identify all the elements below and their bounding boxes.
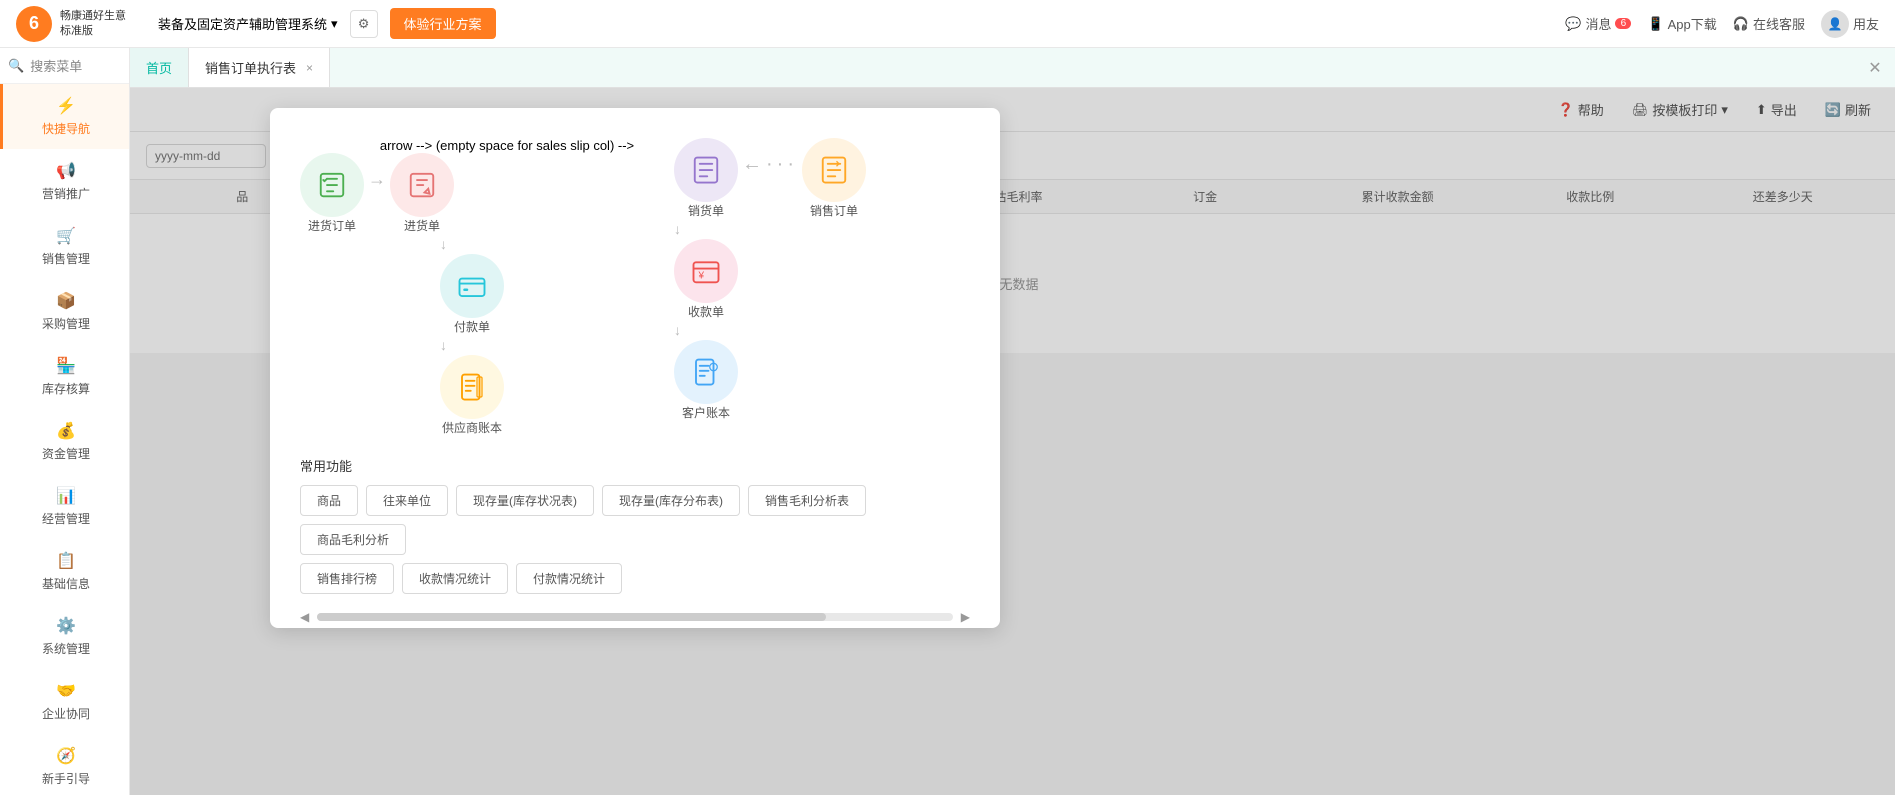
- sales-icon: 🛒: [56, 226, 76, 246]
- logo-icon: 6: [16, 6, 52, 42]
- message-icon: 💬: [1565, 16, 1581, 32]
- logo-area: 6 畅康通好生意 标准版: [16, 6, 146, 42]
- inventory-icon: 🏪: [56, 356, 76, 376]
- common-btn-product-profit[interactable]: 商品毛利分析: [300, 524, 406, 555]
- common-title: 常用功能: [300, 456, 970, 475]
- popup-scrollbar: ◀ ▶: [300, 610, 970, 624]
- common-btn-stock-dist[interactable]: 现存量(库存分布表): [602, 485, 740, 516]
- flow-node-purchase-order[interactable]: 进货订单: [300, 153, 364, 234]
- sidebar-item-marketing[interactable]: 📢 营销推广: [0, 149, 129, 214]
- base-info-icon: 📋: [56, 551, 76, 571]
- experience-button[interactable]: 体验行业方案: [390, 8, 496, 39]
- search-icon: 🔍: [8, 58, 24, 74]
- content-area: 首页 销售订单执行表 × ✕ ❓ 帮助 🖨: [130, 48, 1895, 795]
- common-btns-row2: 销售排行榜 收款情况统计 付款情况统计: [300, 563, 970, 594]
- topbar-right: 💬 消息 6 📱 App下载 🎧 在线客服 👤 用友: [1565, 10, 1879, 38]
- avatar: 👤: [1821, 10, 1849, 38]
- popup-box: arrow --> (empty space for sales slip co…: [270, 108, 1000, 628]
- flow-node-sales-order[interactable]: 销售订单: [802, 138, 866, 219]
- common-btn-receipt-stats[interactable]: 收款情况统计: [402, 563, 508, 594]
- tab-home[interactable]: 首页: [130, 48, 189, 87]
- svg-text:¥: ¥: [698, 271, 705, 282]
- tab-close-icon[interactable]: ×: [306, 61, 313, 75]
- flow-node-customer-ledger[interactable]: 客户账本: [674, 340, 738, 421]
- chevron-down-icon: ▾: [331, 16, 338, 32]
- sidebar-item-finance[interactable]: 💰 资金管理: [0, 409, 129, 474]
- user-avatar[interactable]: 👤 用友: [1821, 10, 1879, 38]
- headset-icon: 🎧: [1733, 16, 1749, 32]
- quick-nav-icon: ⚡: [56, 96, 76, 116]
- popup-overlay[interactable]: arrow --> (empty space for sales slip co…: [130, 88, 1895, 795]
- flow-node-sales-slip[interactable]: 销货单: [674, 138, 738, 219]
- settings-button[interactable]: ⚙: [350, 10, 378, 38]
- system-title-dropdown[interactable]: 装备及固定资产辅助管理系统 ▾: [158, 14, 338, 33]
- window-close-button[interactable]: ✕: [1863, 56, 1887, 80]
- operation-icon: 📊: [56, 486, 76, 506]
- active-tab-label: 销售订单执行表: [205, 58, 296, 77]
- arrow-down-sales: ↓: [674, 221, 681, 237]
- common-btn-counterparty[interactable]: 往来单位: [366, 485, 448, 516]
- page-content: ❓ 帮助 🖨 按模板打印 ▾ ⬆ 导出 🔄 刷新: [130, 88, 1895, 795]
- sidebar-item-inventory[interactable]: 🏪 库存核算: [0, 344, 129, 409]
- sidebar-item-system[interactable]: ⚙️ 系统管理: [0, 604, 129, 669]
- system-title: 装备及固定资产辅助管理系统: [158, 14, 327, 33]
- scrollbar-thumb[interactable]: [317, 613, 825, 621]
- sidebar-item-guide[interactable]: 🧭 新手引导: [0, 734, 129, 795]
- online-service-button[interactable]: 🎧 在线客服: [1733, 14, 1805, 33]
- flow-node-payment[interactable]: 付款单: [440, 254, 504, 335]
- guide-icon: 🧭: [56, 746, 76, 766]
- message-button[interactable]: 💬 消息 6: [1565, 14, 1631, 33]
- logo-text: 畅康通好生意 标准版: [60, 9, 126, 38]
- phone-icon: 📱: [1647, 16, 1663, 32]
- sidebar-item-operation[interactable]: 📊 经营管理: [0, 474, 129, 539]
- flow-node-receipt[interactable]: ¥ 收款单: [674, 239, 738, 320]
- sidebar-item-purchase[interactable]: 📦 采购管理: [0, 279, 129, 344]
- search-menu-button[interactable]: 🔍 搜索菜单: [0, 48, 129, 84]
- scroll-left-icon[interactable]: ◀: [300, 610, 309, 624]
- common-btn-sales-profit[interactable]: 销售毛利分析表: [748, 485, 866, 516]
- marketing-icon: 📢: [56, 161, 76, 181]
- purchase-icon: 📦: [56, 291, 76, 311]
- sidebar-item-cooperation[interactable]: 🤝 企业协同: [0, 669, 129, 734]
- common-btns: 商品 往来单位 现存量(库存状况表) 现存量(库存分布表) 销售毛利分析表 商品…: [300, 485, 970, 555]
- scroll-right-icon[interactable]: ▶: [961, 610, 970, 624]
- common-btn-stock-status[interactable]: 现存量(库存状况表): [456, 485, 594, 516]
- sidebar: 🔍 搜索菜单 ⚡ 快捷导航 📢 营销推广 🛒 销售管理 📦 采购管理 🏪: [0, 48, 130, 795]
- flow-node-supplier-ledger[interactable]: 供应商账本: [440, 355, 504, 436]
- system-icon: ⚙️: [56, 616, 76, 636]
- dotted-arrow-sales: ←···: [742, 153, 798, 176]
- arrow-purchase-order-to-slip: →: [368, 169, 386, 190]
- common-section: 常用功能 商品 往来单位 现存量(库存状况表) 现存量(库存分布表) 销售毛利分…: [300, 456, 970, 594]
- message-badge: 6: [1615, 18, 1631, 29]
- arrow-down-receipt: ↓: [674, 322, 681, 338]
- arrow-down-payment: ↓: [440, 337, 447, 353]
- arrow-down-purchase: ↓: [440, 236, 447, 252]
- tab-sales-order[interactable]: 销售订单执行表 ×: [189, 48, 330, 87]
- common-btn-sales-ranking[interactable]: 销售排行榜: [300, 563, 394, 594]
- cooperation-icon: 🤝: [56, 681, 76, 701]
- app-download-button[interactable]: 📱 App下载: [1647, 14, 1716, 33]
- home-tab-label: 首页: [146, 58, 172, 77]
- finance-icon: 💰: [56, 421, 76, 441]
- sidebar-item-quick-nav[interactable]: ⚡ 快捷导航: [0, 84, 129, 149]
- sidebar-item-sales[interactable]: 🛒 销售管理: [0, 214, 129, 279]
- flow-node-purchase-slip[interactable]: 进货单: [390, 153, 454, 234]
- scrollbar-track[interactable]: [317, 613, 953, 621]
- common-btn-product[interactable]: 商品: [300, 485, 358, 516]
- tab-bar: 首页 销售订单执行表 × ✕: [130, 48, 1895, 88]
- common-btn-payment-stats[interactable]: 付款情况统计: [516, 563, 622, 594]
- sidebar-item-base-info[interactable]: 📋 基础信息: [0, 539, 129, 604]
